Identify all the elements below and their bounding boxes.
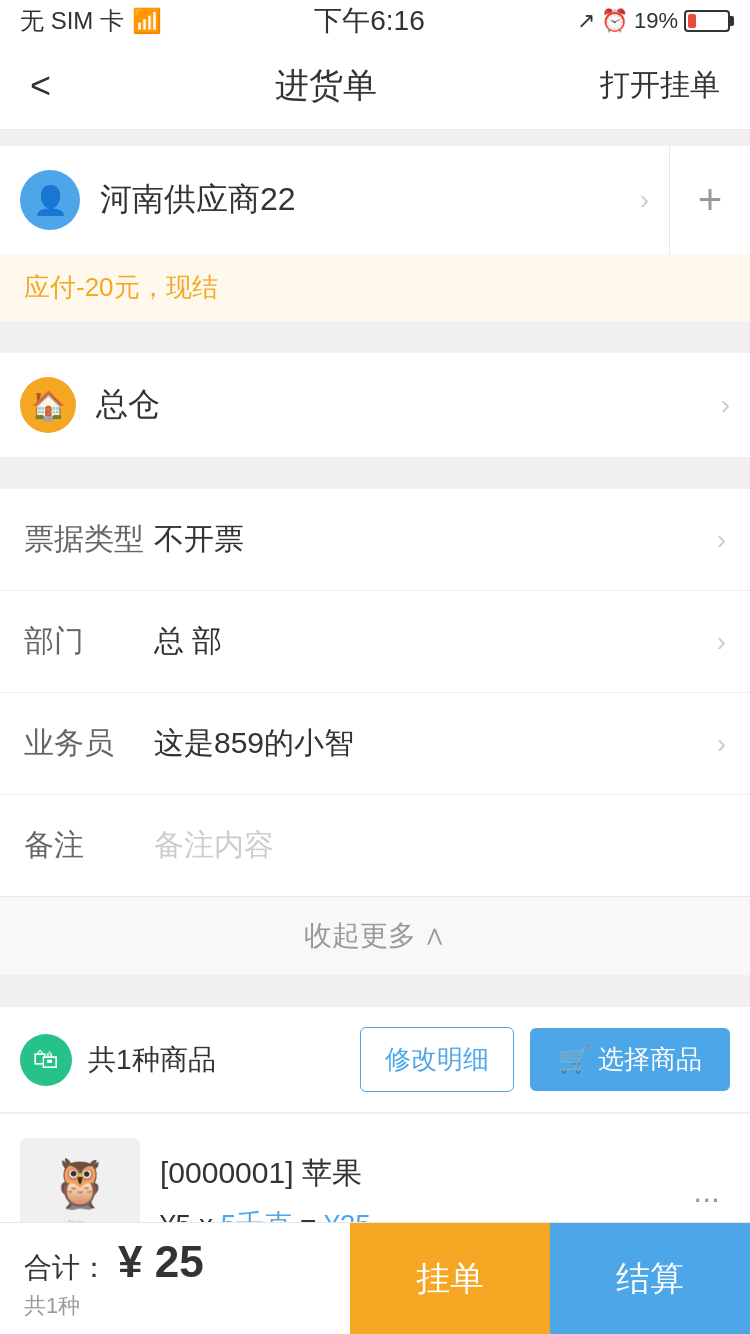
product-more-button[interactable]: ···: [683, 1170, 730, 1227]
products-header: 🛍 共1种商品 修改明细 🛒 选择商品: [0, 1007, 750, 1112]
location-icon: ↗: [577, 8, 595, 34]
wifi-icon: 📶: [132, 7, 162, 35]
product-id: [0000001]: [160, 1156, 293, 1189]
add-supplier-button[interactable]: +: [670, 146, 750, 254]
back-button[interactable]: <: [30, 65, 51, 107]
remark-input[interactable]: 备注内容: [154, 825, 726, 866]
products-icon: 🛍: [20, 1034, 72, 1086]
warehouse-selector[interactable]: 🏠 总仓 ›: [0, 353, 750, 457]
total-row: 合计： ¥ 25: [24, 1237, 326, 1287]
top-divider: [0, 130, 750, 146]
checkout-button[interactable]: 结算: [550, 1223, 750, 1334]
house-icon: 🏠: [31, 389, 66, 422]
form-section: 票据类型 不开票 › 部门 总 部 › 业务员 这是859的小智 › 备注 备注…: [0, 489, 750, 896]
salesman-row[interactable]: 业务员 这是859的小智 ›: [0, 693, 750, 795]
status-left: 无 SIM 卡 📶: [20, 5, 162, 37]
pending-button[interactable]: 挂单: [350, 1223, 550, 1334]
carrier-text: 无 SIM 卡: [20, 5, 124, 37]
total-label: 合计：: [24, 1249, 108, 1287]
invoice-value: 不开票: [154, 519, 707, 560]
supplier-chevron-icon: ›: [640, 184, 649, 216]
dept-chevron-icon: ›: [717, 626, 726, 658]
warehouse-chevron-icon: ›: [721, 389, 730, 421]
status-right: ↗ ⏰ 19%: [577, 8, 730, 34]
total-section: 合计： ¥ 25 共1种: [0, 1223, 350, 1334]
bag-icon: 🛍: [33, 1044, 59, 1075]
battery-icon: [684, 10, 730, 32]
dept-label: 部门: [24, 621, 154, 662]
dept-value: 总 部: [154, 621, 707, 662]
invoice-label: 票据类型: [24, 519, 154, 560]
salesman-value: 这是859的小智: [154, 723, 707, 764]
page-title: 进货单: [275, 63, 377, 109]
divider-1: [0, 321, 750, 337]
battery-percent: 19%: [634, 8, 678, 34]
open-pending-button[interactable]: 打开挂单: [600, 65, 720, 106]
dept-row[interactable]: 部门 总 部 ›: [0, 591, 750, 693]
supplier-notice: 应付-20元，现结: [0, 254, 750, 321]
select-product-icon: 🛒: [558, 1044, 590, 1075]
total-amount: ¥ 25: [118, 1237, 204, 1287]
invoice-type-row[interactable]: 票据类型 不开票 ›: [0, 489, 750, 591]
divider-2: [0, 457, 750, 473]
alarm-icon: ⏰: [601, 8, 628, 34]
invoice-chevron-icon: ›: [717, 524, 726, 556]
supplier-name: 河南供应商22: [100, 178, 630, 222]
remark-row[interactable]: 备注 备注内容: [0, 795, 750, 896]
warehouse-icon: 🏠: [20, 377, 76, 433]
products-count: 共1种商品: [88, 1041, 344, 1079]
divider-3: [0, 975, 750, 991]
collapse-button[interactable]: 收起更多 ∧: [0, 896, 750, 975]
supplier-selector[interactable]: 👤 河南供应商22 ›: [0, 146, 670, 254]
product-thumb-logo: 🦉: [50, 1156, 110, 1212]
nav-bar: < 进货单 打开挂单: [0, 42, 750, 130]
status-bar: 无 SIM 卡 📶 下午6:16 ↗ ⏰ 19%: [0, 0, 750, 42]
salesman-chevron-icon: ›: [717, 728, 726, 760]
avatar-icon: 👤: [33, 184, 68, 217]
remark-label: 备注: [24, 825, 154, 866]
salesman-label: 业务员: [24, 723, 154, 764]
select-product-label: 选择商品: [598, 1042, 702, 1077]
status-time: 下午6:16: [314, 2, 425, 40]
select-product-button[interactable]: 🛒 选择商品: [530, 1028, 730, 1091]
supplier-section: 👤 河南供应商22 › +: [0, 146, 750, 254]
warehouse-name: 总仓: [96, 383, 711, 427]
product-title: 苹果: [302, 1156, 362, 1189]
product-name: [0000001] 苹果: [160, 1153, 663, 1194]
bottom-bar: 合计： ¥ 25 共1种 挂单 结算: [0, 1222, 750, 1334]
supplier-avatar: 👤: [20, 170, 80, 230]
edit-detail-button[interactable]: 修改明细: [360, 1027, 514, 1092]
total-count: 共1种: [24, 1291, 326, 1321]
